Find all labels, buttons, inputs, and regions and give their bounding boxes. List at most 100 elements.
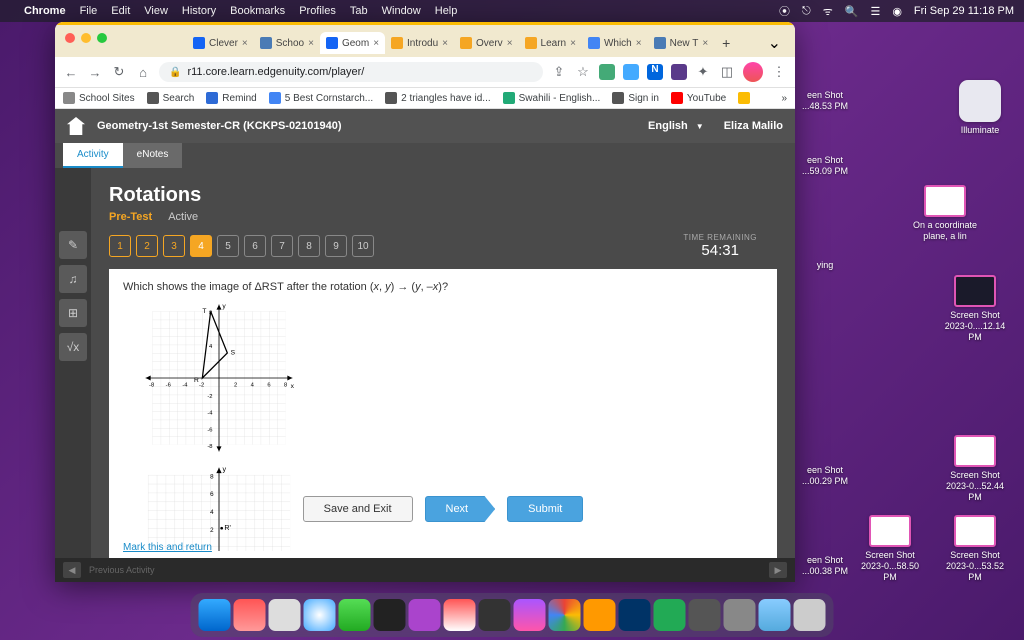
close-tab-icon[interactable]: × — [702, 38, 708, 49]
share-icon[interactable]: ⇪ — [551, 64, 567, 80]
dock-app1[interactable] — [409, 599, 441, 631]
browser-tab-6[interactable]: Which× — [582, 32, 648, 54]
bookmark-7[interactable]: YouTube — [671, 92, 726, 104]
close-tab-icon[interactable]: × — [242, 38, 248, 49]
forward-button[interactable]: → — [87, 64, 103, 80]
profile-avatar[interactable] — [743, 62, 763, 82]
close-tab-icon[interactable]: × — [442, 38, 448, 49]
close-tab-icon[interactable]: × — [507, 38, 513, 49]
save-exit-button[interactable]: Save and Exit — [303, 496, 413, 522]
minimize-window[interactable] — [81, 33, 91, 43]
wifi-icon[interactable]: ᯤ — [823, 4, 833, 19]
language-selector[interactable]: English — [648, 120, 688, 132]
pencil-tool[interactable]: ✎ — [59, 231, 87, 259]
next-button[interactable]: Next — [425, 496, 496, 522]
bookmarks-overflow-icon[interactable]: » — [781, 93, 787, 104]
bookmark-1[interactable]: Search — [147, 92, 195, 104]
dock-ps[interactable] — [619, 599, 651, 631]
ext-3[interactable]: N — [647, 64, 663, 80]
maximize-window[interactable] — [97, 33, 107, 43]
close-tab-icon[interactable]: × — [308, 38, 314, 49]
desktop-icon-3[interactable]: On a coordinateplane, a lin — [910, 185, 980, 242]
back-button[interactable]: ← — [63, 64, 79, 80]
url-field[interactable]: 🔒 r11.core.learn.edgenuity.com/player/ — [159, 62, 543, 82]
question-num-5[interactable]: 5 — [217, 235, 239, 257]
star-icon[interactable]: ☆ — [575, 64, 591, 80]
bookmark-2[interactable]: Remind — [206, 92, 256, 104]
dock-folder[interactable] — [759, 599, 791, 631]
bookmark-3[interactable]: 5 Best Cornstarch... — [269, 92, 373, 104]
dock-app2[interactable] — [479, 599, 511, 631]
menu-help[interactable]: Help — [435, 5, 458, 17]
question-num-2[interactable]: 2 — [136, 235, 158, 257]
question-num-10[interactable]: 10 — [352, 235, 374, 257]
browser-tab-2[interactable]: Geom× — [320, 32, 385, 54]
prev-activity-arrow[interactable]: ◀ — [63, 562, 81, 578]
audio-tool[interactable]: ♫ — [59, 265, 87, 293]
reload-button[interactable]: ↻ — [111, 64, 127, 80]
mark-return-link[interactable]: Mark this and return — [123, 542, 212, 553]
question-num-4[interactable]: 4 — [190, 235, 212, 257]
control-center-icon[interactable]: ☰ — [870, 5, 880, 18]
bookmark-0[interactable]: School Sites — [63, 92, 135, 104]
chevron-down-icon[interactable]: ▼ — [696, 122, 704, 131]
dock-music[interactable] — [234, 599, 266, 631]
desktop-icon-8[interactable]: een Shot...00.38 PM — [790, 555, 860, 577]
desktop-icon-0[interactable]: een Shot...48.53 PM — [790, 90, 860, 112]
menubar-datetime[interactable]: Fri Sep 29 11:18 PM — [914, 5, 1014, 17]
extensions-icon[interactable]: ✦ — [695, 64, 711, 80]
desktop-icon-5[interactable]: Screen Shot2023-0....12.14 PM — [940, 275, 1010, 342]
chrome-menu-icon[interactable]: ⋮ — [771, 64, 787, 80]
browser-tab-1[interactable]: Schoo× — [254, 32, 320, 54]
desktop-icon-4[interactable]: ying — [790, 260, 860, 271]
menu-tab[interactable]: Tab — [350, 5, 368, 17]
browser-tab-5[interactable]: Learn× — [519, 32, 582, 54]
dock-settings[interactable] — [724, 599, 756, 631]
dock-ai[interactable] — [584, 599, 616, 631]
desktop-icon-1[interactable]: Illuminate — [945, 80, 1015, 136]
ext-2[interactable] — [623, 64, 639, 80]
status-icon[interactable]: ⦿ — [779, 3, 790, 19]
desktop-icon-10[interactable]: Screen Shot2023-0...53.52 PM — [940, 515, 1010, 582]
dock-trash[interactable] — [794, 599, 826, 631]
menu-window[interactable]: Window — [382, 5, 421, 17]
close-tab-icon[interactable]: × — [373, 38, 379, 49]
user-name[interactable]: Eliza Malilo — [724, 120, 783, 132]
bookmark-4[interactable]: 2 triangles have id... — [385, 92, 491, 104]
tab-dropdown-icon[interactable]: ⌄ — [760, 29, 789, 57]
siri-icon[interactable]: ◉ — [892, 5, 902, 18]
dock-news[interactable] — [444, 599, 476, 631]
browser-tab-3[interactable]: Introdu× — [385, 32, 454, 54]
bookmark-5[interactable]: Swahili - English... — [503, 92, 601, 104]
next-activity-arrow[interactable]: ▶ — [769, 562, 787, 578]
bluetooth-icon[interactable]: ⎋ — [802, 5, 811, 18]
tab-activity[interactable]: Activity — [63, 143, 123, 168]
menu-edit[interactable]: Edit — [111, 5, 130, 17]
question-num-6[interactable]: 6 — [244, 235, 266, 257]
question-num-7[interactable]: 7 — [271, 235, 293, 257]
close-window[interactable] — [65, 33, 75, 43]
dock-messages[interactable] — [339, 599, 371, 631]
dock-app4[interactable] — [689, 599, 721, 631]
question-num-8[interactable]: 8 — [298, 235, 320, 257]
browser-tab-4[interactable]: Overv× — [454, 32, 519, 54]
sidepanel-icon[interactable]: ◫ — [719, 64, 735, 80]
home-icon[interactable] — [67, 117, 85, 135]
question-num-1[interactable]: 1 — [109, 235, 131, 257]
menu-history[interactable]: History — [182, 5, 216, 17]
new-tab-button[interactable]: + — [714, 31, 738, 55]
desktop-icon-6[interactable]: een Shot...00.29 PM — [790, 465, 860, 487]
home-button[interactable]: ⌂ — [135, 64, 151, 80]
ext-4[interactable] — [671, 64, 687, 80]
desktop-icon-7[interactable]: Screen Shot2023-0...52.44 PM — [940, 435, 1010, 502]
bookmark-8[interactable] — [738, 92, 754, 104]
bookmark-6[interactable]: Sign in — [612, 92, 659, 104]
close-tab-icon[interactable]: × — [636, 38, 642, 49]
ext-1[interactable] — [599, 64, 615, 80]
calculator-tool[interactable]: ⊞ — [59, 299, 87, 327]
dock-launchpad[interactable] — [269, 599, 301, 631]
dock-podcasts[interactable] — [514, 599, 546, 631]
desktop-icon-2[interactable]: een Shot...59.09 PM — [790, 155, 860, 177]
close-tab-icon[interactable]: × — [570, 38, 576, 49]
search-icon[interactable]: 🔍 — [845, 5, 859, 18]
